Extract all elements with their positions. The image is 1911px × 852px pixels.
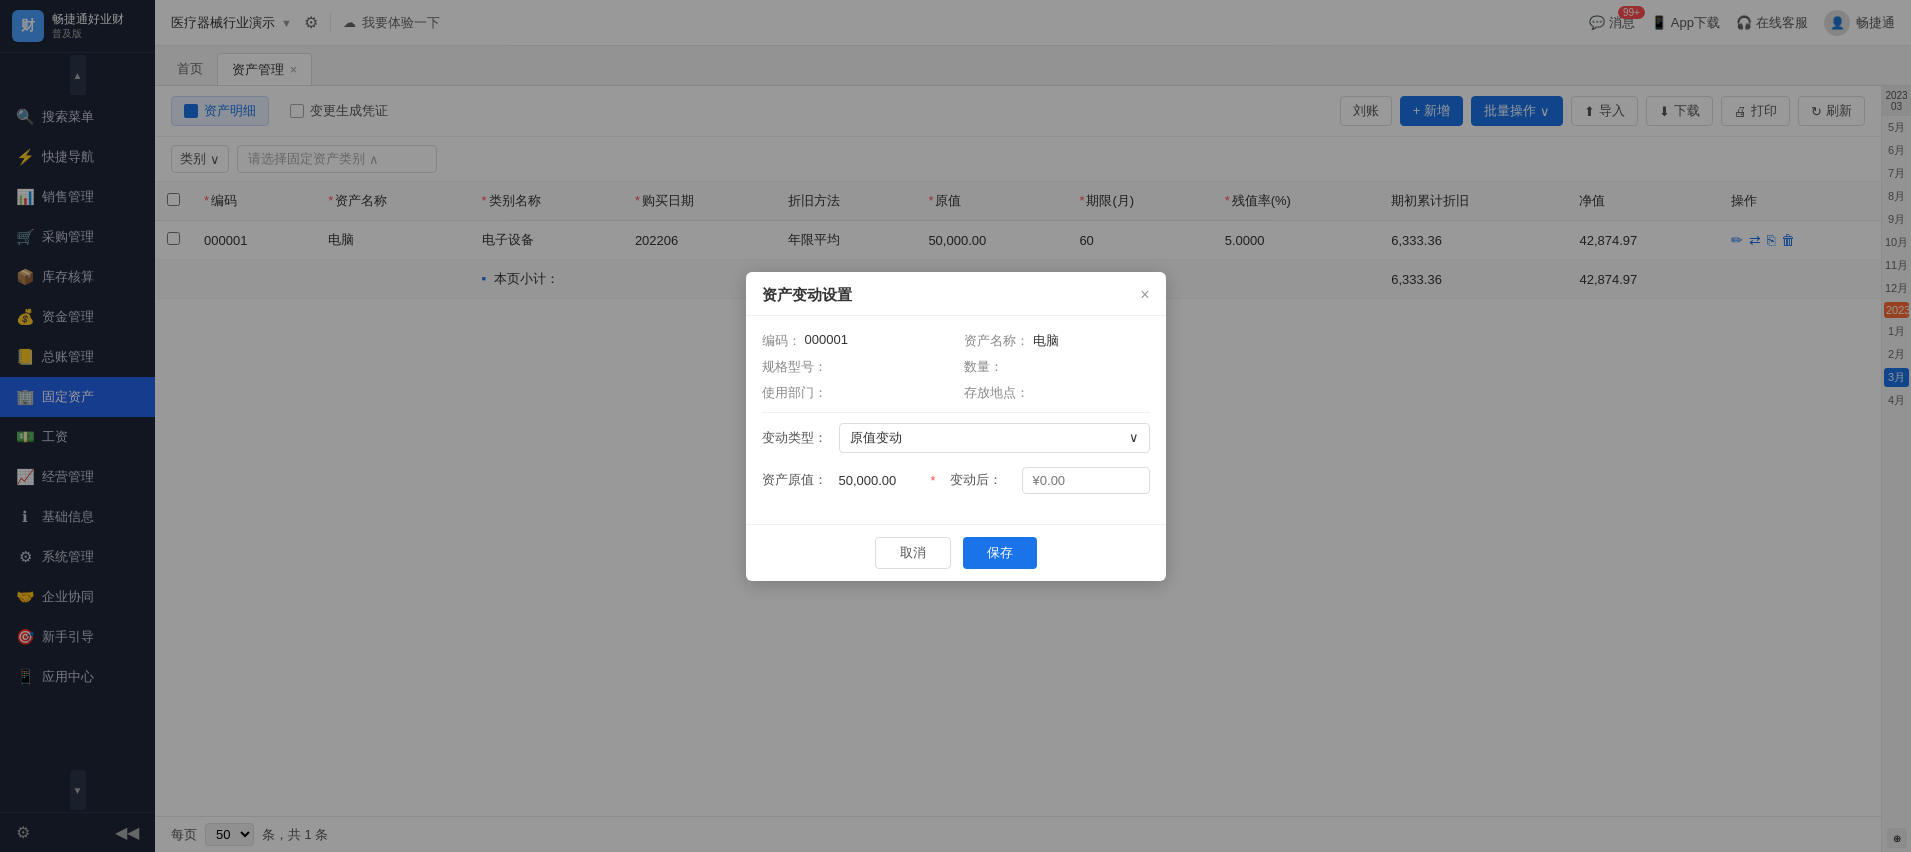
dept-label: 使用部门： — [762, 384, 827, 402]
after-change-required: * — [931, 473, 936, 488]
change-type-row: 变动类型： 原值变动 ∨ — [762, 423, 1150, 453]
change-type-arrow-icon: ∨ — [1129, 430, 1139, 445]
dialog-body: 编码： 000001 资产名称： 电脑 规格型号： 数量： 使用部门： — [746, 316, 1166, 524]
change-type-select[interactable]: 原值变动 ∨ — [839, 423, 1150, 453]
dialog-close-icon[interactable]: × — [1140, 286, 1149, 304]
location-label: 存放地点： — [964, 384, 1029, 402]
asset-original-label: 资产原值： — [762, 471, 827, 489]
dialog-location-field: 存放地点： — [964, 384, 1150, 402]
save-button[interactable]: 保存 — [963, 537, 1037, 569]
code-label: 编码： — [762, 332, 801, 350]
change-type-label: 变动类型： — [762, 429, 827, 447]
dialog-divider — [762, 412, 1150, 413]
after-change-label: 变动后： — [950, 471, 1010, 489]
dialog-quantity-field: 数量： — [964, 358, 1150, 376]
dialog-asset-name-field: 资产名称： 电脑 — [964, 332, 1150, 350]
cancel-button[interactable]: 取消 — [875, 537, 951, 569]
change-type-value: 原值变动 — [850, 429, 902, 447]
dialog-dept-field: 使用部门： — [762, 384, 948, 402]
asset-original-value: 50,000.00 — [839, 473, 919, 488]
asset-original-row: 资产原值： 50,000.00 * 变动后： — [762, 467, 1150, 494]
after-change-input[interactable] — [1022, 467, 1150, 494]
dialog-code-field: 编码： 000001 — [762, 332, 948, 350]
dialog-info-section: 编码： 000001 资产名称： 电脑 规格型号： 数量： 使用部门： — [762, 332, 1150, 402]
modal-overlay: 资产变动设置 × 编码： 000001 资产名称： 电脑 规格型号： 数量： — [0, 0, 1911, 852]
quantity-label: 数量： — [964, 358, 1003, 376]
dialog-header: 资产变动设置 × — [746, 272, 1166, 316]
dialog-spec-field: 规格型号： — [762, 358, 948, 376]
dialog-footer: 取消 保存 — [746, 524, 1166, 581]
asset-change-dialog: 资产变动设置 × 编码： 000001 资产名称： 电脑 规格型号： 数量： — [746, 272, 1166, 581]
spec-label: 规格型号： — [762, 358, 827, 376]
after-change-field[interactable] — [1033, 473, 1139, 488]
code-value: 000001 — [805, 332, 848, 350]
dialog-title: 资产变动设置 — [762, 286, 852, 305]
asset-name-value: 电脑 — [1033, 332, 1059, 350]
asset-name-label: 资产名称： — [964, 332, 1029, 350]
